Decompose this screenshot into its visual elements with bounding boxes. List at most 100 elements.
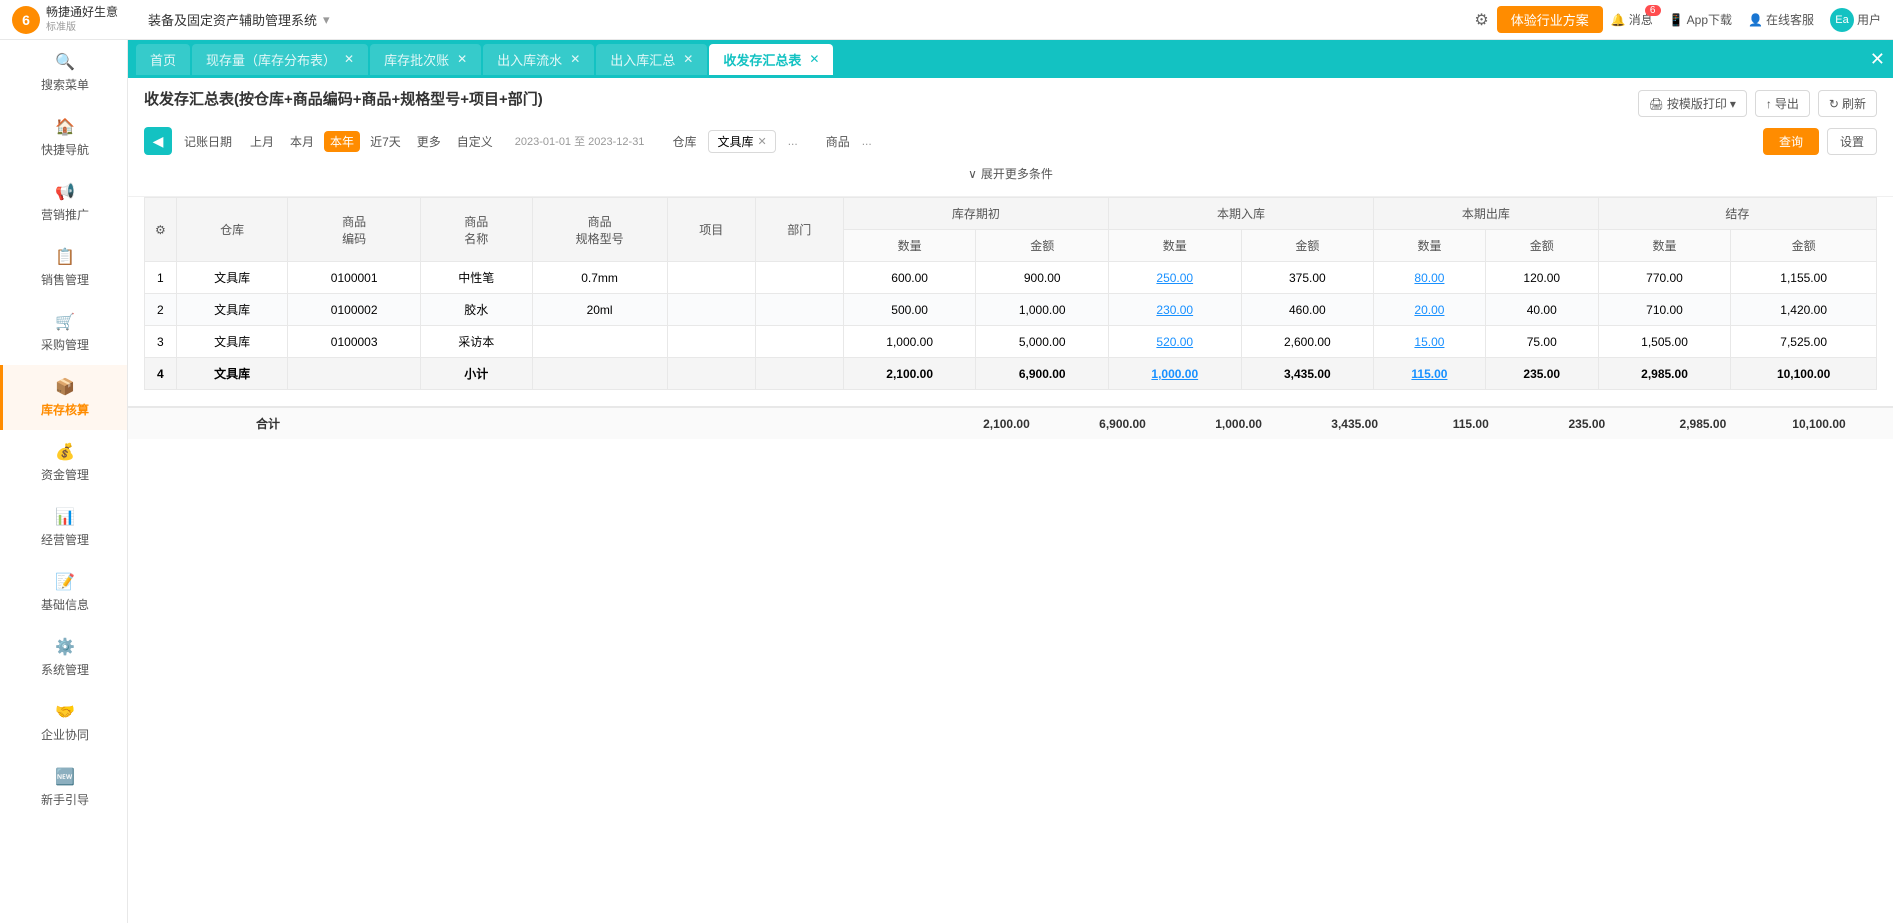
col-in-qty-header: 数量 (1108, 230, 1241, 262)
row-end-qty: 1,505.00 (1598, 326, 1731, 358)
row-out-qty[interactable]: 15.00 (1374, 326, 1486, 358)
date-buttons: 上月 本月 本年 近7天 更多 自定义 (244, 131, 499, 152)
print-button[interactable]: 🖨 按模版打印 ▾ (1638, 90, 1747, 117)
row-project (667, 294, 755, 326)
tab-inout-summary[interactable]: 出入库汇总 ✕ (596, 44, 707, 75)
sidebar-label-marketing: 营销推广 (41, 206, 89, 223)
user-label: 用户 (1857, 11, 1881, 28)
date-btn-last-month[interactable]: 上月 (244, 131, 280, 152)
notification-button[interactable]: 🔔 消息 6 (1611, 11, 1653, 28)
row-in-qty[interactable]: 230.00 (1108, 294, 1241, 326)
refresh-icon: ↻ (1829, 97, 1839, 111)
goods-more[interactable]: ... (862, 134, 872, 148)
tab-home[interactable]: 首页 (136, 44, 190, 75)
finance-icon: 💰 (55, 442, 75, 462)
avatar: Ea (1830, 8, 1854, 32)
warehouse-tag[interactable]: 文具库 ✕ (708, 130, 775, 153)
tab-batch[interactable]: 库存批次账 ✕ (370, 44, 481, 75)
row-in-qty[interactable]: 520.00 (1108, 326, 1241, 358)
top-bar: 6 畅捷通好生意 标准版 装备及固定资产辅助管理系统 ▾ ⚙ 体验行业方案 🔔 … (0, 0, 1893, 40)
sidebar-label-sales: 销售管理 (41, 271, 89, 288)
row-out-qty[interactable]: 20.00 (1374, 294, 1486, 326)
user-menu[interactable]: Ea 用户 (1830, 8, 1881, 32)
warehouse-tag-close[interactable]: ✕ (757, 135, 766, 148)
tab-batch-close[interactable]: ✕ (457, 52, 467, 66)
sidebar-item-purchase[interactable]: 🛒 采购管理 (0, 300, 127, 365)
sidebar-item-system[interactable]: ⚙️ 系统管理 (0, 625, 127, 690)
tab-recv-send-close[interactable]: ✕ (809, 52, 819, 66)
tab-window-close-button[interactable]: ✕ (1870, 49, 1885, 70)
row-out-qty[interactable]: 80.00 (1374, 262, 1486, 294)
gear-button[interactable]: ⚙ (1474, 10, 1488, 30)
guide-icon: 🆕 (55, 767, 75, 787)
sidebar-item-guide[interactable]: 🆕 新手引导 (0, 755, 127, 820)
warehouse-more[interactable]: ... (788, 134, 798, 148)
row-no: 4 (145, 358, 177, 390)
tab-recv-send[interactable]: 收发存汇总表 ✕ (709, 44, 833, 75)
app-name: 畅捷通好生意 (46, 5, 118, 21)
query-button[interactable]: 查询 (1763, 128, 1819, 155)
tab-inout-summary-close[interactable]: ✕ (683, 52, 693, 66)
set-button[interactable]: 设置 (1827, 128, 1877, 155)
filter-toggle-button[interactable]: ◀ (144, 127, 172, 155)
date-btn-this-month[interactable]: 本月 (284, 131, 320, 152)
tab-inout-flow-close[interactable]: ✕ (570, 52, 580, 66)
col-end-amt-header: 金额 (1731, 230, 1877, 262)
marketing-icon: 📢 (55, 182, 75, 202)
expand-conditions-row[interactable]: ∨ 展开更多条件 (144, 159, 1877, 188)
data-table: ⚙ 仓库 商品编码 商品名称 商品规格型号 项目 部门 库存期初 本期入库 本期… (144, 197, 1877, 390)
sidebar-item-finance[interactable]: 💰 资金管理 (0, 430, 127, 495)
online-service-button[interactable]: 👤 在线客服 (1748, 11, 1814, 28)
export-button[interactable]: ↑ 导出 (1755, 90, 1810, 117)
sidebar-item-operation[interactable]: 📊 经营管理 (0, 495, 127, 560)
tab-stock-dist-close[interactable]: ✕ (344, 52, 354, 66)
tab-stock-dist[interactable]: 现存量（库存分布表） ✕ (192, 44, 368, 75)
footer-label: 合计 (168, 415, 368, 432)
refresh-label: 刷新 (1842, 95, 1866, 112)
row-project (667, 262, 755, 294)
sidebar-item-inventory[interactable]: 📦 库存核算 (0, 365, 127, 430)
purchase-icon: 🛒 (55, 312, 75, 332)
row-init-amt: 1,000.00 (976, 294, 1109, 326)
row-out-qty[interactable]: 115.00 (1374, 358, 1486, 390)
row-init-qty: 500.00 (843, 294, 976, 326)
sidebar-item-corp[interactable]: 🤝 企业协同 (0, 690, 127, 755)
tab-inout-flow-label: 出入库流水 (497, 50, 562, 69)
export-label: 导出 (1775, 95, 1799, 112)
sidebar-item-marketing[interactable]: 📢 营销推广 (0, 170, 127, 235)
sidebar-item-basic[interactable]: 📝 基础信息 (0, 560, 127, 625)
sidebar-item-search[interactable]: 🔍 搜索菜单 (0, 40, 127, 105)
sidebar-item-sales[interactable]: 📋 销售管理 (0, 235, 127, 300)
refresh-button[interactable]: ↻ 刷新 (1818, 90, 1877, 117)
date-btn-this-year[interactable]: 本年 (324, 131, 360, 152)
tab-recv-send-label: 收发存汇总表 (723, 50, 801, 69)
footer-in-qty: 1,000.00 (1181, 417, 1297, 431)
row-spec (532, 358, 667, 390)
date-btn-custom[interactable]: 自定义 (451, 131, 499, 152)
row-end-qty: 770.00 (1598, 262, 1731, 294)
col-code-header: 商品编码 (288, 198, 421, 262)
row-in-qty[interactable]: 250.00 (1108, 262, 1241, 294)
row-dept (755, 358, 843, 390)
row-name: 小计 (420, 358, 532, 390)
app-download-button[interactable]: 📱 App下载 (1669, 11, 1732, 28)
tab-inout-flow[interactable]: 出入库流水 ✕ (483, 44, 594, 75)
col-gear-header: ⚙ (145, 198, 177, 262)
expand-label: 展开更多条件 (981, 165, 1053, 182)
date-btn-7days[interactable]: 近7天 (364, 131, 407, 152)
col-in-amt-header: 金额 (1241, 230, 1374, 262)
row-in-amt: 375.00 (1241, 262, 1374, 294)
tab-inout-summary-label: 出入库汇总 (610, 50, 675, 69)
col-out-qty-header: 数量 (1374, 230, 1486, 262)
logo-icon: 6 (12, 6, 40, 34)
date-btn-more[interactable]: 更多 (411, 131, 447, 152)
row-dept (755, 262, 843, 294)
row-name: 胶水 (420, 294, 532, 326)
try-industry-button[interactable]: 体验行业方案 (1497, 6, 1603, 33)
sidebar-item-quick[interactable]: 🏠 快捷导航 (0, 105, 127, 170)
row-in-qty[interactable]: 1,000.00 (1108, 358, 1241, 390)
warehouse-tag-text: 文具库 (717, 133, 753, 150)
row-init-amt: 6,900.00 (976, 358, 1109, 390)
row-end-qty: 2,985.00 (1598, 358, 1731, 390)
app-download-label: App下载 (1687, 11, 1732, 28)
